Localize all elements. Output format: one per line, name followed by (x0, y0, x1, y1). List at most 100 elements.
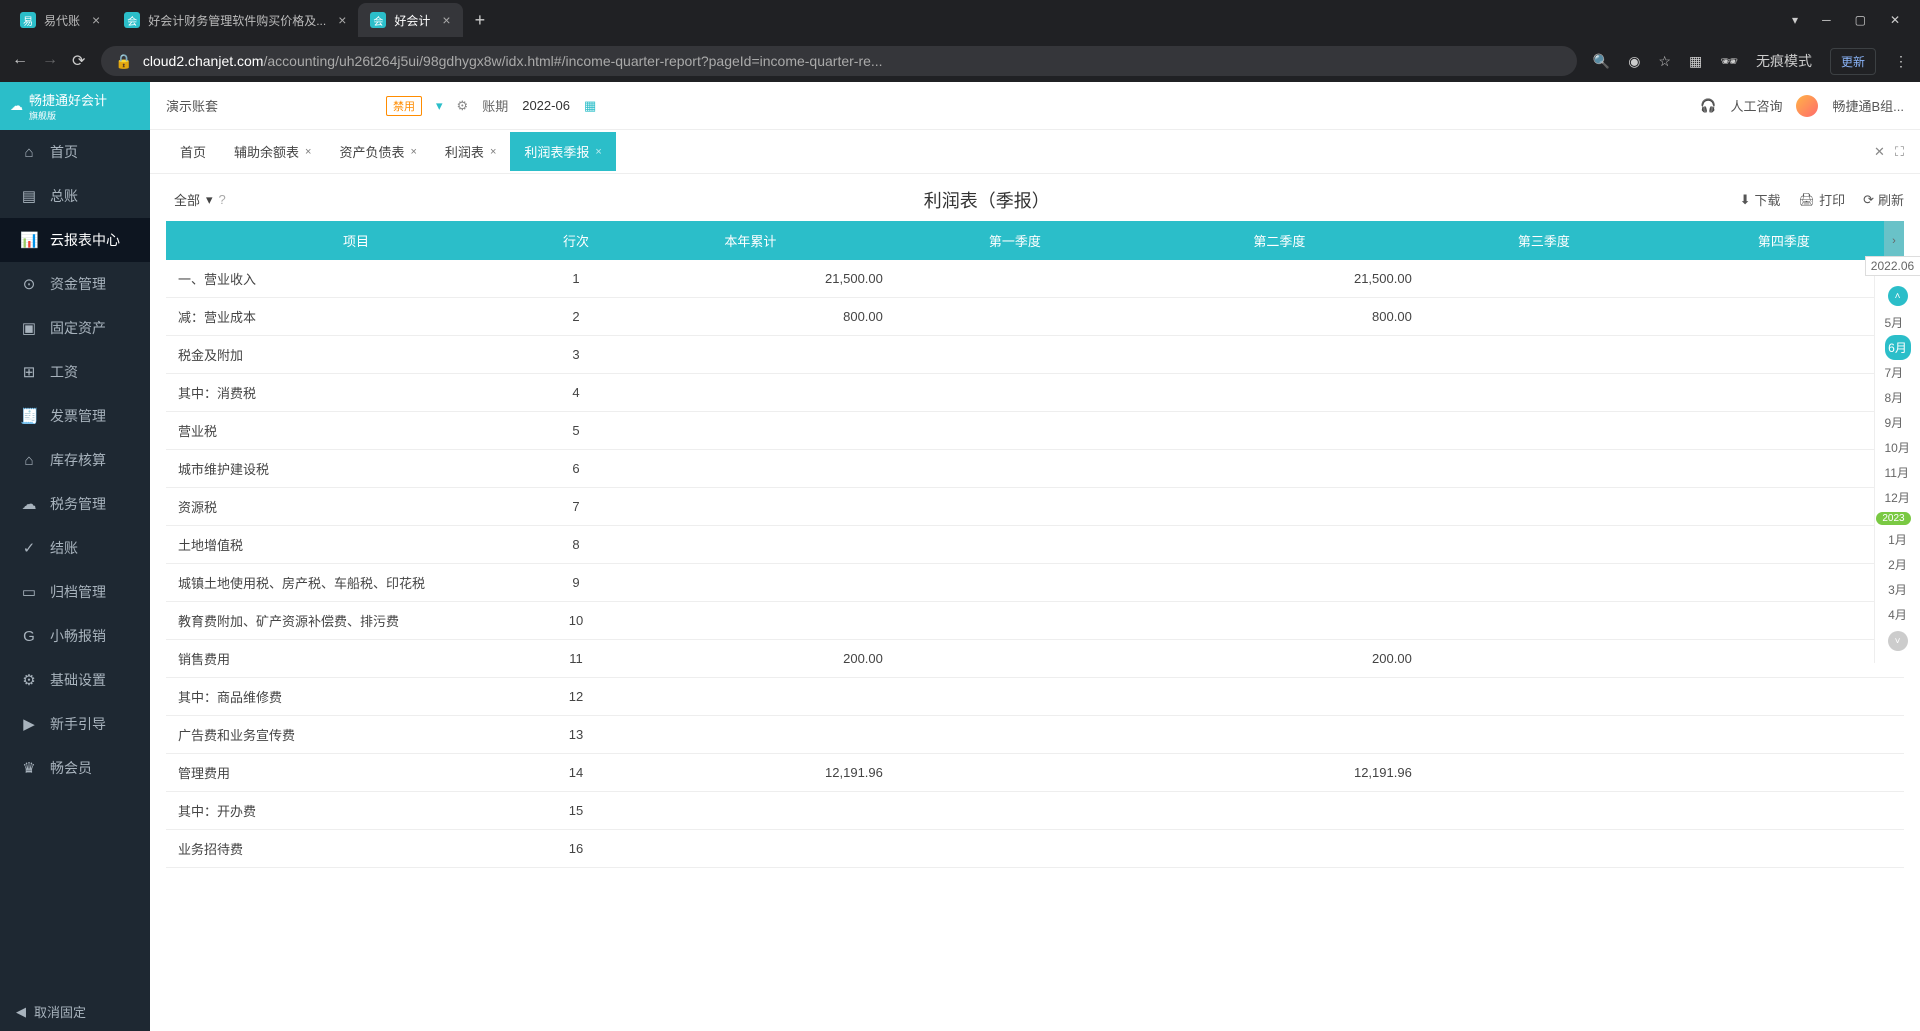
browser-tab-0[interactable]: 易 易代账 × (8, 3, 112, 37)
table-row[interactable]: 管理费用1412,191.9612,191.96 (166, 754, 1904, 792)
month-item[interactable]: 8月 (1885, 385, 1911, 410)
sidebar-item-7[interactable]: ⌂库存核算 (0, 438, 150, 482)
refresh-button[interactable]: ⟳刷新 (1863, 190, 1904, 209)
month-item[interactable]: 7月 (1885, 360, 1911, 385)
page-tab-3[interactable]: 利润表× (431, 132, 510, 171)
sidebar-item-9[interactable]: ✓结账 (0, 526, 150, 570)
filter-dropdown[interactable]: 全部 ▾ ? (166, 186, 234, 213)
table-row[interactable]: 营业税5 (166, 412, 1904, 450)
browser-tab-1[interactable]: 会 好会计财务管理软件购买价格及... × (112, 3, 358, 37)
sidebar-item-8[interactable]: ☁税务管理 (0, 482, 150, 526)
disabled-badge[interactable]: 禁用 (386, 96, 422, 116)
close-icon[interactable]: × (442, 12, 450, 28)
table-row[interactable]: 资源税7 (166, 488, 1904, 526)
table-row[interactable]: 业务招待费16 (166, 830, 1904, 868)
table-cell: 7 (546, 488, 606, 526)
month-item[interactable]: 12月 (1885, 485, 1911, 510)
month-item[interactable]: 6月 (1885, 335, 1911, 360)
user-name[interactable]: 畅捷通B组... (1832, 96, 1904, 115)
sidebar-item-14[interactable]: ♛畅会员 (0, 746, 150, 790)
sidebar-item-1[interactable]: ▤总账 (0, 174, 150, 218)
scroll-right-hint[interactable]: › (1884, 221, 1904, 261)
table-row[interactable]: 销售费用11200.00200.00 (166, 640, 1904, 678)
month-item[interactable]: 11月 (1885, 460, 1911, 485)
month-item[interactable]: 3月 (1888, 577, 1907, 602)
sidebar-label: 云报表中心 (50, 230, 120, 250)
sidebar-item-10[interactable]: ▭归档管理 (0, 570, 150, 614)
download-button[interactable]: ⬇下载 (1740, 190, 1781, 209)
close-all-icon[interactable]: ✕ (1874, 144, 1885, 160)
month-rail-year[interactable]: 2022.06 (1865, 256, 1920, 276)
month-item[interactable]: 5月 (1885, 310, 1911, 335)
sidebar-item-5[interactable]: ⊞工资 (0, 350, 150, 394)
month-item[interactable]: 4月 (1888, 602, 1907, 627)
sidebar-item-3[interactable]: ⊙资金管理 (0, 262, 150, 306)
maximize-icon[interactable]: ▢ (1855, 13, 1866, 27)
table-row[interactable]: 其中：开办费15 (166, 792, 1904, 830)
url-bar[interactable]: 🔒 cloud2.chanjet.com/accounting/uh26t264… (101, 46, 1576, 76)
update-button[interactable]: 更新 (1830, 48, 1876, 75)
sidebar-item-6[interactable]: 🧾发票管理 (0, 394, 150, 438)
month-down-button[interactable]: ˅ (1888, 631, 1908, 651)
close-icon[interactable]: × (410, 146, 416, 158)
lock-icon: 🔒 (115, 53, 132, 70)
minimize-icon[interactable]: ─ (1822, 13, 1831, 27)
table-row[interactable]: 其中：消费税4 (166, 374, 1904, 412)
month-item[interactable]: 1月 (1888, 527, 1907, 552)
logo-area[interactable]: ☁ 畅捷通好会计 旗舰版 (0, 82, 150, 130)
table-row[interactable]: 广告费和业务宣传费13 (166, 716, 1904, 754)
close-icon[interactable]: × (490, 146, 496, 158)
extension-icon[interactable]: ◉ (1628, 53, 1640, 70)
sidebar-item-12[interactable]: ⚙基础设置 (0, 658, 150, 702)
help-icon[interactable]: ? (219, 192, 226, 207)
sidebar-unpin[interactable]: ◀ 取消固定 (0, 992, 150, 1031)
new-tab-button[interactable]: + (463, 10, 498, 31)
table-row[interactable]: 土地增值税8 (166, 526, 1904, 564)
close-icon[interactable]: × (595, 146, 601, 158)
avatar[interactable] (1796, 95, 1818, 117)
sidebar-item-0[interactable]: ⌂首页 (0, 130, 150, 174)
page-tab-2[interactable]: 资产负债表× (325, 132, 430, 171)
search-icon[interactable]: 🔍 (1593, 53, 1610, 70)
month-item[interactable]: 10月 (1885, 435, 1911, 460)
back-icon[interactable]: ← (12, 51, 28, 71)
page-tab-0[interactable]: 首页 (166, 132, 220, 171)
year-tag[interactable]: 2023 (1876, 512, 1910, 525)
account-name[interactable]: 演示账套 (166, 96, 218, 115)
table-row[interactable]: 税金及附加3 (166, 336, 1904, 374)
month-item[interactable]: 9月 (1885, 410, 1911, 435)
sidebar-item-4[interactable]: ▣固定资产 (0, 306, 150, 350)
star-icon[interactable]: ☆ (1658, 53, 1671, 70)
table-row[interactable]: 一、营业收入121,500.0021,500.00 (166, 260, 1904, 298)
table-row[interactable]: 教育费附加、矿产资源补偿费、排污费10 (166, 602, 1904, 640)
table-row[interactable]: 减：营业成本2800.00800.00 (166, 298, 1904, 336)
close-icon[interactable]: × (338, 12, 346, 28)
month-up-button[interactable]: ˄ (1888, 286, 1908, 306)
chevron-down-icon[interactable]: ▾ (436, 98, 443, 114)
table-wrapper[interactable]: 项目行次本年累计第一季度第二季度第三季度第四季度 一、营业收入121,500.0… (166, 221, 1904, 1010)
table-row[interactable]: 城市维护建设税6 (166, 450, 1904, 488)
fullscreen-icon[interactable]: ⛶ (1895, 144, 1904, 160)
puzzle-icon[interactable]: ▦ (1689, 53, 1702, 70)
forward-icon[interactable]: → (42, 51, 58, 71)
reload-icon[interactable]: ⟳ (72, 51, 85, 71)
browser-tab-2[interactable]: 会 好会计 × (358, 3, 462, 37)
support-label[interactable]: 人工咨询 (1730, 96, 1782, 115)
sidebar-item-2[interactable]: 📊云报表中心 (0, 218, 150, 262)
page-tab-1[interactable]: 辅助余额表× (220, 132, 325, 171)
calendar-icon[interactable]: ▦ (584, 98, 596, 114)
sidebar-item-13[interactable]: ▶新手引导 (0, 702, 150, 746)
close-icon[interactable]: × (92, 12, 100, 28)
table-row[interactable]: 城镇土地使用税、房产税、车船税、印花税9 (166, 564, 1904, 602)
menu-icon[interactable]: ⋮ (1894, 53, 1908, 70)
print-button[interactable]: 🖨打印 (1799, 190, 1846, 209)
month-item[interactable]: 2月 (1888, 552, 1907, 577)
period-value[interactable]: 2022-06 (522, 98, 570, 113)
table-row[interactable]: 其中：商品维修费12 (166, 678, 1904, 716)
sidebar-item-11[interactable]: G小畅报销 (0, 614, 150, 658)
gear-icon[interactable]: ⚙ (457, 98, 469, 114)
close-window-icon[interactable]: ✕ (1890, 13, 1900, 27)
page-tab-4[interactable]: 利润表季报× (510, 132, 615, 171)
chevron-down-icon[interactable]: ▾ (1792, 13, 1798, 27)
close-icon[interactable]: × (305, 146, 311, 158)
